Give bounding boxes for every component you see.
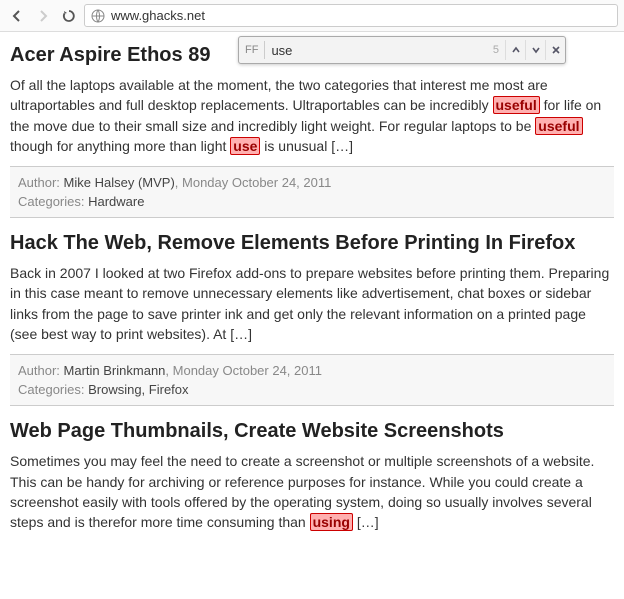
address-bar[interactable]: www.ghacks.net <box>84 4 618 27</box>
search-highlight: using <box>310 513 353 531</box>
article-excerpt: Of all the laptops available at the mome… <box>10 75 614 156</box>
browser-toolbar: www.ghacks.net <box>0 0 624 32</box>
search-highlight: useful <box>535 117 582 135</box>
globe-icon <box>91 9 105 23</box>
article-meta: Author: Martin Brinkmann, Monday October… <box>10 354 614 406</box>
reload-button[interactable] <box>58 5 80 27</box>
back-button[interactable] <box>6 5 28 27</box>
category-link[interactable]: Hardware <box>88 194 144 209</box>
find-next-button[interactable] <box>525 40 545 60</box>
category-link[interactable]: Browsing, Firefox <box>88 382 188 397</box>
search-highlight: use <box>230 137 260 155</box>
page-content: Acer Aspire Ethos 89 Of all the laptops … <box>0 32 624 553</box>
article-excerpt: Sometimes you may feel the need to creat… <box>10 451 614 532</box>
find-prev-button[interactable] <box>505 40 525 60</box>
find-input[interactable] <box>265 43 486 58</box>
find-close-button[interactable] <box>545 40 565 60</box>
forward-button[interactable] <box>32 5 54 27</box>
article-title[interactable]: Hack The Web, Remove Elements Before Pri… <box>10 232 614 255</box>
search-highlight: useful <box>493 96 540 114</box>
article-excerpt: Back in 2007 I looked at two Firefox add… <box>10 263 614 344</box>
article-title[interactable]: Web Page Thumbnails, Create Website Scre… <box>10 420 614 443</box>
url-text[interactable]: www.ghacks.net <box>111 8 611 23</box>
find-bar: FF 5 <box>238 36 566 64</box>
find-prefix: FF <box>239 41 265 59</box>
article-meta: Author: Mike Halsey (MVP), Monday Octobe… <box>10 166 614 218</box>
author-name[interactable]: Martin Brinkmann <box>64 363 166 378</box>
find-match-count: 5 <box>487 44 505 56</box>
author-name[interactable]: Mike Halsey (MVP) <box>64 175 175 190</box>
